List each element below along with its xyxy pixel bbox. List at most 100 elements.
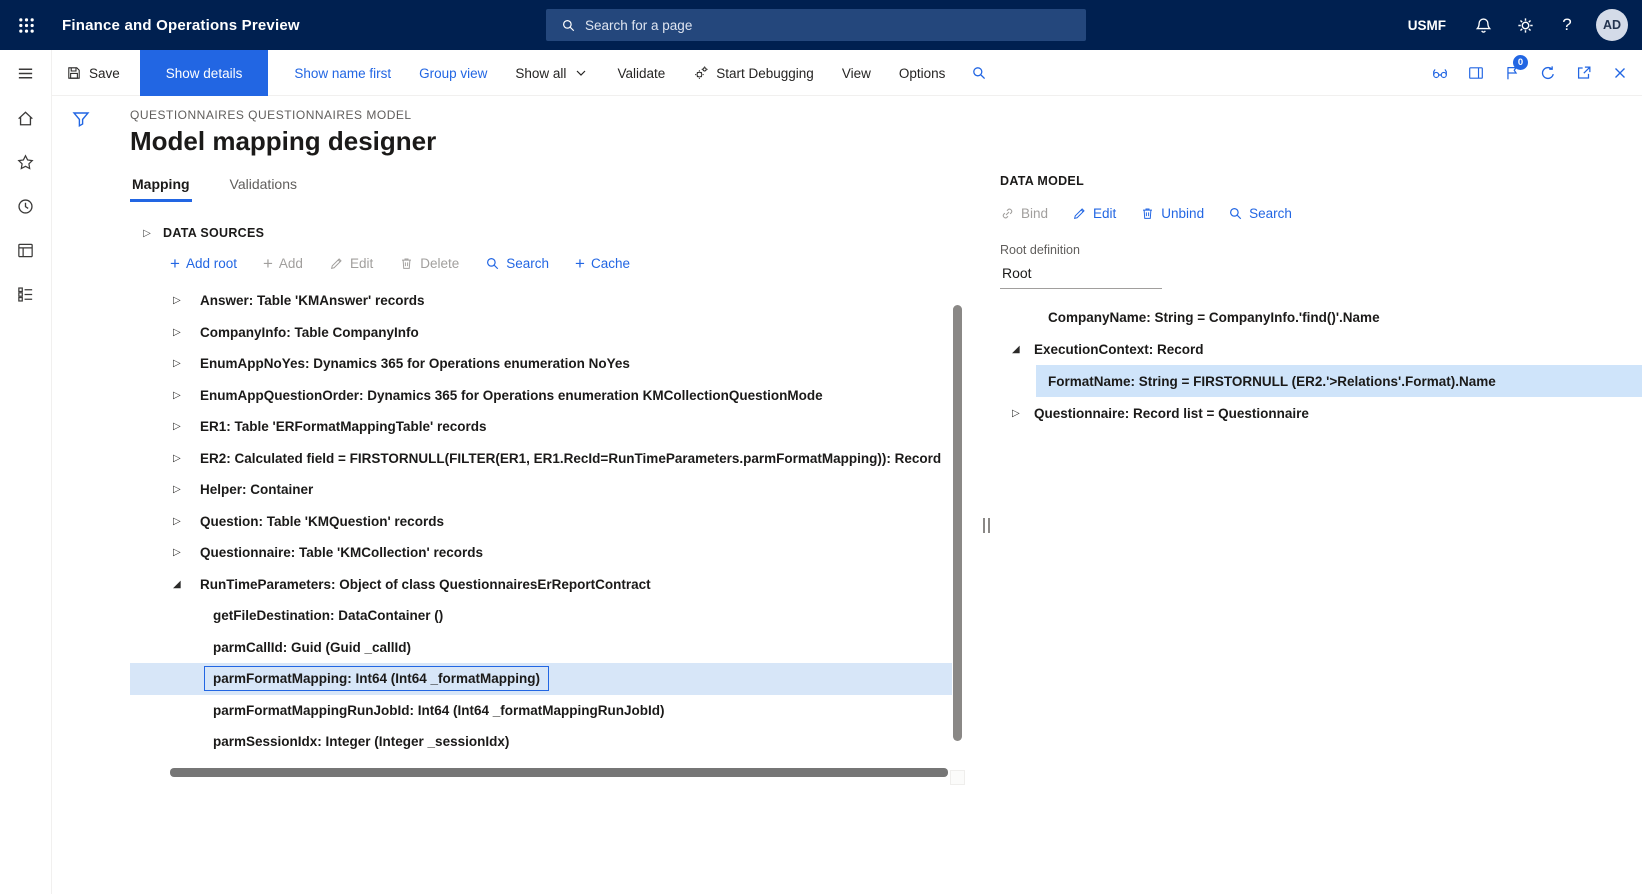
bell-icon — [1474, 16, 1493, 35]
expand-icon[interactable]: ▷ — [173, 295, 200, 306]
data-model-item[interactable]: CompanyName: String = CompanyInfo.'find(… — [1036, 301, 1642, 333]
search-icon — [485, 256, 500, 271]
search-icon — [971, 65, 987, 81]
sidebar-button-favorites[interactable] — [0, 140, 52, 184]
show-details-button[interactable]: Show details — [140, 50, 269, 96]
top-navigation-bar: Finance and Operations Preview USMF ? AD — [0, 0, 1642, 50]
data-source-item[interactable]: ▷Answer: Table 'KMAnswer' records — [130, 285, 952, 317]
app-launcher-button[interactable] — [0, 0, 52, 50]
button-label: Bind — [1021, 206, 1048, 221]
data-source-item[interactable]: ▷CompanyInfo: Table CompanyInfo — [130, 317, 952, 349]
close-button[interactable] — [1602, 50, 1638, 96]
add-root-button[interactable]: +Add root — [170, 256, 237, 271]
cache-button[interactable]: +Cache — [575, 256, 630, 271]
expand-icon[interactable]: ▷ — [173, 421, 200, 432]
tab-mapping[interactable]: Mapping — [130, 176, 192, 202]
refresh-button[interactable] — [1530, 50, 1566, 96]
side-panel-button[interactable] — [1458, 50, 1494, 96]
data-source-item[interactable]: ▷ER1: Table 'ERFormatMappingTable' recor… — [130, 411, 952, 443]
data-source-label: getFileDestination: DataContainer () — [213, 608, 443, 623]
glasses-button[interactable] — [1422, 50, 1458, 96]
sidebar-button-workspaces[interactable] — [0, 228, 52, 272]
data-model-item[interactable]: FormatName: String = FIRSTORNULL (ER2.'>… — [1036, 365, 1642, 397]
add-button[interactable]: +Add — [263, 256, 303, 271]
vertical-scrollbar-thumb[interactable] — [953, 305, 962, 741]
section-expand-icon[interactable]: ▷ — [140, 228, 154, 239]
data-source-item[interactable]: getFileDestination: DataContainer () — [130, 600, 952, 632]
view-button[interactable]: View — [828, 50, 885, 96]
page-search-input[interactable] — [585, 18, 1076, 33]
collapse-icon[interactable]: ◢ — [1012, 344, 1034, 355]
data-source-label: ER2: Calculated field = FIRSTORNULL(FILT… — [200, 451, 941, 466]
edit-button[interactable]: Edit — [329, 256, 373, 271]
chain-icon — [1000, 206, 1015, 221]
expand-icon[interactable]: ▷ — [173, 484, 200, 495]
search-button[interactable]: Search — [1228, 206, 1292, 221]
help-button[interactable]: ? — [1546, 0, 1588, 50]
avatar[interactable]: AD — [1596, 9, 1628, 41]
show-name-first-button[interactable]: Show name first — [280, 50, 405, 96]
data-source-item[interactable]: parmSessionIdx: Integer (Integer _sessio… — [130, 726, 952, 758]
main-content: QUESTIONNAIRES QUESTIONNAIRES MODEL Mode… — [52, 96, 1642, 894]
sidebar-button-recent[interactable] — [0, 184, 52, 228]
sidebar-button-home[interactable] — [0, 96, 52, 140]
filter-button[interactable] — [66, 104, 96, 134]
data-source-item[interactable]: ▷EnumAppNoYes: Dynamics 365 for Operatio… — [130, 348, 952, 380]
command-search-button[interactable] — [959, 50, 999, 96]
group-view-button[interactable]: Group view — [405, 50, 501, 96]
messages-button[interactable]: 0 — [1494, 50, 1530, 96]
company-picker[interactable]: USMF — [1392, 0, 1462, 50]
data-source-item[interactable]: ▷ER2: Calculated field = FIRSTORNULL(FIL… — [130, 443, 952, 475]
expand-icon[interactable]: ▷ — [1012, 408, 1034, 419]
data-source-item[interactable]: parmCallId: Guid (Guid _callId) — [130, 632, 952, 664]
save-button[interactable]: Save — [52, 50, 134, 96]
debug-gears-icon — [693, 65, 709, 81]
options-button[interactable]: Options — [885, 50, 960, 96]
horizontal-scrollbar[interactable] — [130, 768, 952, 777]
data-source-item[interactable]: ▷Question: Table 'KMQuestion' records — [130, 506, 952, 538]
data-sources-toolbar: +Add root +Add Edit Delete Search +Cache — [170, 256, 952, 271]
data-source-item[interactable]: parmFormatMappingRunJobId: Int64 (Int64 … — [130, 695, 952, 727]
edit-button[interactable]: Edit — [1072, 206, 1116, 221]
data-source-item[interactable]: ▷Helper: Container — [130, 474, 952, 506]
notifications-button[interactable] — [1462, 0, 1504, 50]
data-source-item[interactable]: ▷EnumAppQuestionOrder: Dynamics 365 for … — [130, 380, 952, 412]
button-label: Save — [89, 66, 120, 81]
delete-button[interactable]: Delete — [399, 256, 459, 271]
data-source-item[interactable]: ▷Questionnaire: Table 'KMCollection' rec… — [130, 537, 952, 569]
settings-button[interactable] — [1504, 0, 1546, 50]
glasses-icon — [1431, 64, 1449, 82]
page-title: Model mapping designer — [130, 126, 436, 157]
collapse-icon[interactable]: ◢ — [173, 579, 200, 590]
button-label: Validate — [617, 66, 665, 81]
expand-icon[interactable]: ▷ — [173, 453, 200, 464]
tab-validations[interactable]: Validations — [228, 176, 299, 202]
expand-icon[interactable]: ▷ — [173, 390, 200, 401]
unbind-button[interactable]: Unbind — [1140, 206, 1204, 221]
expand-icon[interactable]: ▷ — [173, 547, 200, 558]
data-source-item[interactable]: parmFormatMapping: Int64 (Int64 _formatM… — [130, 663, 952, 695]
open-in-new-window-button[interactable] — [1566, 50, 1602, 96]
data-source-label: RunTimeParameters: Object of class Quest… — [200, 577, 651, 592]
data-model-item[interactable]: ▷Questionnaire: Record list = Questionna… — [1000, 397, 1642, 429]
horizontal-scrollbar-thumb[interactable] — [170, 768, 948, 777]
close-icon — [1611, 64, 1629, 82]
sidebar-button-menu-toggle[interactable] — [0, 50, 52, 96]
expand-icon[interactable]: ▷ — [173, 358, 200, 369]
search-button[interactable]: Search — [485, 256, 549, 271]
show-all-button[interactable]: Show all — [501, 50, 603, 96]
bind-button[interactable]: Bind — [1000, 206, 1048, 221]
sidebar-button-modules[interactable] — [0, 272, 52, 316]
panel-splitter[interactable] — [983, 518, 992, 533]
trash-icon — [1140, 206, 1155, 221]
data-source-label: parmSessionIdx: Integer (Integer _sessio… — [213, 734, 509, 749]
start-debugging-button[interactable]: Start Debugging — [679, 50, 828, 96]
data-model-label: ExecutionContext: Record — [1034, 342, 1204, 357]
data-source-item[interactable]: ◢RunTimeParameters: Object of class Ques… — [130, 569, 952, 601]
root-definition-input[interactable]: Root — [1000, 261, 1162, 289]
data-model-item[interactable]: ◢ExecutionContext: Record — [1000, 333, 1642, 365]
sidebar — [0, 50, 52, 894]
expand-icon[interactable]: ▷ — [173, 516, 200, 527]
validate-button[interactable]: Validate — [603, 50, 679, 96]
expand-icon[interactable]: ▷ — [173, 327, 200, 338]
